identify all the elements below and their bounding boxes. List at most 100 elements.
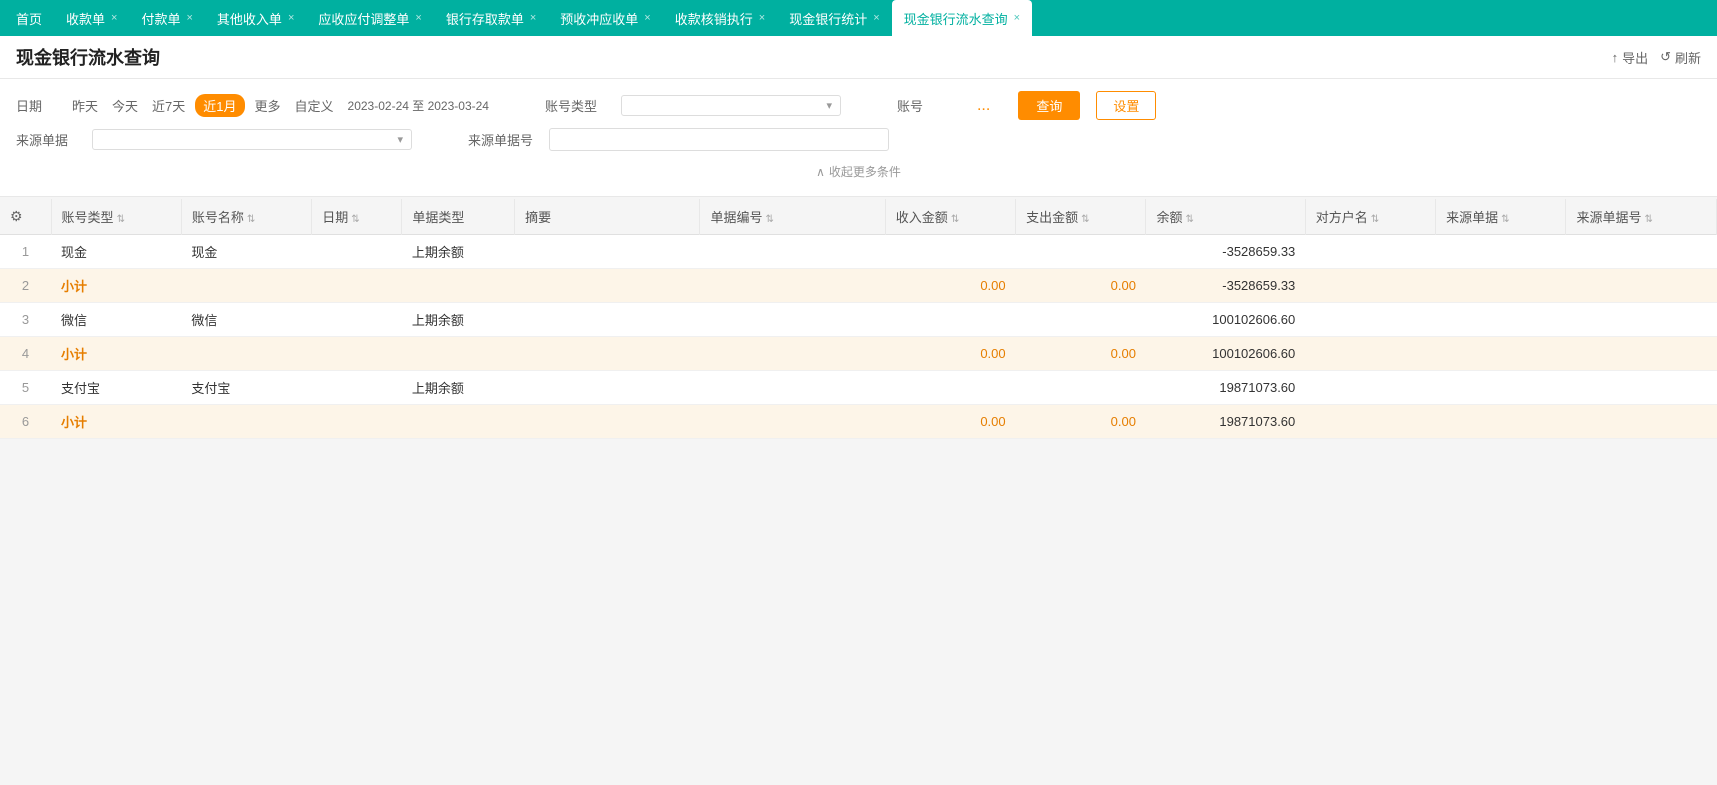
col-counterpart[interactable]: 对方户名⇅ [1305,199,1435,235]
col-source-doc-no[interactable]: 来源单据号⇅ [1566,199,1717,235]
close-icon[interactable]: × [1014,12,1020,24]
col-summary[interactable]: 摘要 [515,199,700,235]
sort-icon: ⇅ [351,214,359,225]
col-label: 支出金额 [1026,210,1078,225]
col-expense[interactable]: 支出金额⇅ [1016,199,1146,235]
account-type-select[interactable]: ▾ [621,95,841,116]
cell-source-doc [1436,235,1566,269]
cell-income [885,235,1015,269]
cell-expense [1016,303,1146,337]
col-account-type[interactable]: 账号类型⇅ [51,199,181,235]
close-icon[interactable]: × [415,12,421,24]
cell-counterpart [1305,337,1435,371]
nav-tab-4[interactable]: 银行存取款单 × [434,0,548,36]
cell-account-name: 支付宝 [181,371,311,405]
table-row: 1现金现金上期余额-3528659.33 [0,235,1717,269]
cell-date [312,235,402,269]
cell-doc-type: 上期余额 [402,303,515,337]
col-label: 单据编号 [710,210,762,225]
cell-doc-type [402,337,515,371]
cell-balance: 100102606.60 [1146,337,1305,371]
source-doc-no-label: 来源单据号 [468,130,533,149]
col-doc-no[interactable]: 单据编号⇅ [700,199,885,235]
cell-source-doc-no [1566,405,1717,439]
close-icon[interactable]: × [873,12,879,24]
cell-source-doc-no [1566,371,1717,405]
source-doc-no-input[interactable] [549,128,889,151]
account-dots-button[interactable]: ... [973,97,994,115]
refresh-button[interactable]: ↺ 刷新 [1660,48,1701,67]
nav-tab-2[interactable]: 其他收入单 × [205,0,306,36]
table-row: 4小计0.000.00100102606.60 [0,337,1717,371]
col-gear[interactable]: ⚙ [0,199,51,235]
cell-source-doc [1436,269,1566,303]
cell-doc-no [700,269,885,303]
date-option-yesterday[interactable]: 昨天 [68,94,102,117]
cell-doc-no [700,371,885,405]
cell-expense: 0.00 [1016,337,1146,371]
col-balance[interactable]: 余额⇅ [1146,199,1305,235]
cell-doc-type [402,405,515,439]
sort-icon: ⇅ [1186,214,1194,225]
nav-tab-5[interactable]: 预收冲应收单 × [548,0,662,36]
col-label: 摘要 [525,210,551,225]
date-option-7days[interactable]: 近7天 [148,94,189,117]
sort-icon: ⇅ [1371,214,1379,225]
sort-icon: ⇅ [247,214,255,225]
nav-tab-6[interactable]: 收款核销执行 × [663,0,777,36]
chevron-down-icon: ▾ [826,99,832,112]
gear-icon: ⚙ [10,208,23,224]
nav-home[interactable]: 首页 [4,9,54,28]
nav-tab-1[interactable]: 付款单 × [129,0,204,36]
cell-balance: -3528659.33 [1146,269,1305,303]
close-icon[interactable]: × [644,12,650,24]
date-option-custom[interactable]: 自定义 [291,94,338,117]
close-icon[interactable]: × [288,12,294,24]
close-icon[interactable]: × [111,12,117,24]
cell-doc-no [700,405,885,439]
cell-source-doc [1436,303,1566,337]
table-row: 3微信微信上期余额100102606.60 [0,303,1717,337]
source-doc-select[interactable]: ▾ [92,129,412,150]
date-option-1month[interactable]: 近1月 [195,94,244,117]
nav-tab-0[interactable]: 收款单 × [54,0,129,36]
table-row: 2小计0.000.00-3528659.33 [0,269,1717,303]
close-icon[interactable]: × [759,12,765,24]
col-date[interactable]: 日期⇅ [312,199,402,235]
nav-tab-3[interactable]: 应收应付调整单 × [306,0,433,36]
date-option-today[interactable]: 今天 [108,94,142,117]
settings-button[interactable]: 设置 [1096,91,1156,120]
export-button[interactable]: ↑ 导出 [1612,48,1649,67]
table-body: 1现金现金上期余额-3528659.332小计0.000.00-3528659.… [0,235,1717,439]
nav-tab-8[interactable]: 现金银行流水查询 × [892,0,1032,36]
cell-account-type: 小计 [51,337,181,371]
date-option-more[interactable]: 更多 [251,94,285,117]
cell-account-name [181,405,311,439]
close-icon[interactable]: × [530,12,536,24]
cell-account-type: 小计 [51,269,181,303]
cell-doc-type: 上期余额 [402,235,515,269]
cell-income: 0.00 [885,337,1015,371]
col-source-doc[interactable]: 来源单据⇅ [1436,199,1566,235]
table-header-row: ⚙ 账号类型⇅ 账号名称⇅ 日期⇅ 单据类型 摘要 单据编号⇅ 收入金额⇅ 支出… [0,199,1717,235]
cell-doc-type [402,269,515,303]
chevron-down-icon-2: ▾ [397,133,403,146]
cell-account-type: 支付宝 [51,371,181,405]
col-doc-type[interactable]: 单据类型 [402,199,515,235]
col-account-name[interactable]: 账号名称⇅ [181,199,311,235]
cell-source-doc-no [1566,337,1717,371]
cell-source-doc [1436,405,1566,439]
sort-icon: ⇅ [951,214,959,225]
cell-date [312,371,402,405]
close-icon[interactable]: × [186,12,192,24]
cell-source-doc-no [1566,269,1717,303]
search-button[interactable]: 查询 [1018,91,1080,120]
source-doc-label: 来源单据 [16,130,76,149]
cell-num: 6 [0,405,51,439]
nav-tab-7[interactable]: 现金银行统计 × [777,0,891,36]
collapse-label: 收起更多条件 [829,163,901,180]
cell-balance: 100102606.60 [1146,303,1305,337]
cell-counterpart [1305,405,1435,439]
collapse-bar[interactable]: ∧ 收起更多条件 [16,159,1701,184]
col-income[interactable]: 收入金额⇅ [885,199,1015,235]
